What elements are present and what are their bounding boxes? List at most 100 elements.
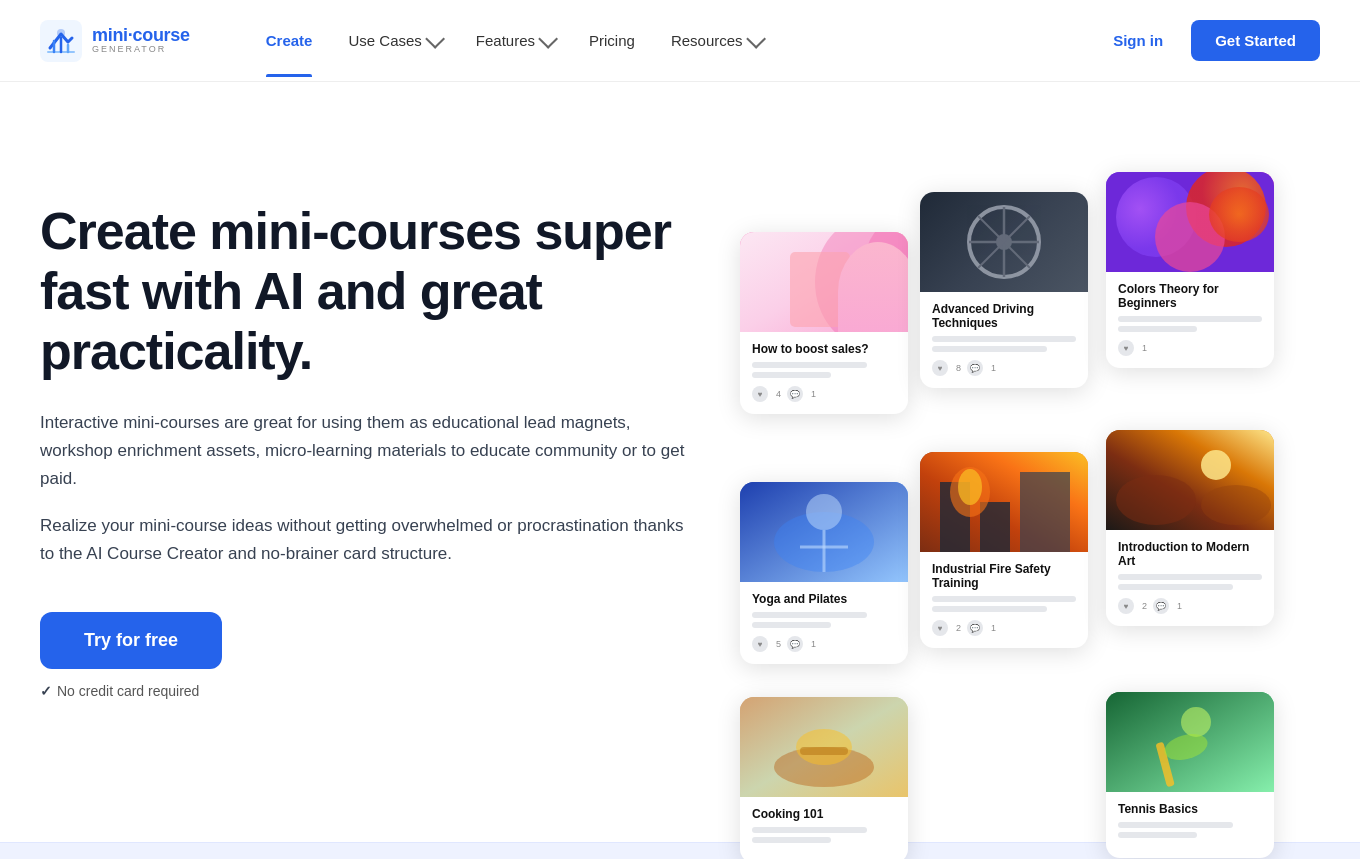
svg-point-29: [1116, 475, 1196, 525]
chevron-down-icon: [425, 28, 445, 48]
card-actions: ♥ 2 💬 1: [932, 620, 1076, 636]
logo-part2: course: [133, 25, 190, 45]
logo[interactable]: mini·course GENERATOR: [40, 20, 190, 62]
like-icon: ♥: [1118, 598, 1134, 614]
card-icon-group: ♥ 4 💬 1: [752, 386, 816, 402]
card-image-art: [1106, 430, 1274, 530]
card-lines: [1118, 822, 1262, 838]
like-count: 2: [956, 623, 961, 633]
card-line: [752, 612, 867, 618]
cooking-svg: [740, 697, 908, 797]
card-title-tennis: Tennis Basics: [1118, 802, 1262, 816]
cards-container: How to boost sales? ♥ 4 💬 1: [740, 172, 1320, 732]
card-line: [1118, 584, 1233, 590]
hero-left: Create mini-courses super fast with AI a…: [40, 162, 700, 699]
try-free-button[interactable]: Try for free: [40, 612, 222, 669]
card-title-boost-sales: How to boost sales?: [752, 342, 896, 356]
card-title-yoga: Yoga and Pilates: [752, 592, 896, 606]
card-title-art: Introduction to Modern Art: [1118, 540, 1262, 568]
svg-point-26: [958, 469, 982, 505]
tennis-svg: [1106, 692, 1274, 792]
nav-pricing[interactable]: Pricing: [573, 24, 651, 57]
course-card-boost-sales[interactable]: How to boost sales? ♥ 4 💬 1: [740, 232, 908, 414]
card-image-tennis: [1106, 692, 1274, 792]
card-line: [1118, 316, 1262, 322]
comment-icon: 💬: [787, 636, 803, 652]
wheel-svg: [964, 202, 1044, 282]
card-actions: ♥ 5 💬 1: [752, 636, 896, 652]
svg-rect-5: [790, 252, 850, 327]
card-line: [752, 827, 867, 833]
course-card-colors[interactable]: Colors Theory for Beginners ♥ 1: [1106, 172, 1274, 368]
card-line: [752, 837, 831, 843]
card-line: [1118, 832, 1197, 838]
comment-icon: 💬: [967, 360, 983, 376]
card-line: [932, 596, 1076, 602]
like-count: 2: [1142, 601, 1147, 611]
svg-point-36: [1181, 707, 1211, 737]
card-line: [752, 362, 867, 368]
nav-create[interactable]: Create: [250, 24, 329, 57]
nav-create-label: Create: [266, 32, 313, 49]
nav-resources[interactable]: Resources: [655, 24, 777, 57]
comment-count: 1: [1177, 601, 1182, 611]
logo-icon: [40, 20, 82, 62]
like-icon: ♥: [932, 360, 948, 376]
card-icon-group: ♥ 2 💬 1: [1118, 598, 1182, 614]
course-card-cooking[interactable]: Cooking 101: [740, 697, 908, 859]
svg-point-1: [57, 29, 65, 37]
course-card-tennis[interactable]: Tennis Basics: [1106, 692, 1274, 858]
navbar: mini·course GENERATOR Create Use Cases F…: [0, 0, 1360, 82]
card-body-boost-sales: How to boost sales? ♥ 4 💬 1: [740, 332, 908, 414]
svg-point-34: [796, 729, 852, 765]
card-line: [752, 372, 831, 378]
course-card-fire[interactable]: Industrial Fire Safety Training ♥ 2 💬 1: [920, 452, 1088, 648]
signin-button[interactable]: Sign in: [1097, 24, 1179, 57]
comment-count: 1: [811, 389, 816, 399]
colors-svg: [1106, 172, 1274, 272]
nav-links: Create Use Cases Features Pricing Resour…: [250, 24, 1097, 57]
card-body-colors: Colors Theory for Beginners ♥ 1: [1106, 272, 1274, 368]
like-icon: ♥: [752, 636, 768, 652]
card-lines: [752, 362, 896, 378]
get-started-button[interactable]: Get Started: [1191, 20, 1320, 61]
course-card-driving[interactable]: Advanced Driving Techniques ♥ 8 💬 1: [920, 192, 1088, 388]
card-image-fire: [920, 452, 1088, 552]
card-lines: [1118, 316, 1262, 332]
card-title-cooking: Cooking 101: [752, 807, 896, 821]
logo-part1: mini: [92, 25, 128, 45]
card-body-cooking: Cooking 101: [740, 797, 908, 859]
card-image-boost-sales: [740, 232, 908, 332]
card-lines: [932, 596, 1076, 612]
card-body-art: Introduction to Modern Art ♥ 2 💬 1: [1106, 530, 1274, 626]
card-line: [932, 346, 1047, 352]
chevron-down-icon: [538, 28, 558, 48]
card-icon-group: ♥ 2 💬 1: [932, 620, 996, 636]
checkmark-icon: ✓: [40, 683, 52, 699]
svg-point-30: [1201, 485, 1271, 525]
logo-title: mini·course: [92, 26, 190, 46]
card-line: [1118, 326, 1197, 332]
nav-features-label: Features: [476, 32, 535, 49]
hero-right: How to boost sales? ♥ 4 💬 1: [740, 172, 1320, 732]
no-cc-text: No credit card required: [57, 683, 199, 699]
card-body-yoga: Yoga and Pilates ♥ 5 💬 1: [740, 582, 908, 664]
card-icon-group: ♥ 8 💬 1: [932, 360, 996, 376]
card-body-fire: Industrial Fire Safety Training ♥ 2 💬 1: [920, 552, 1088, 648]
comment-count: 1: [991, 363, 996, 373]
card-lines: [1118, 574, 1262, 590]
no-credit-card-notice: ✓ No credit card required: [40, 683, 700, 699]
card-illustration-boost: [740, 232, 908, 332]
svg-rect-23: [980, 502, 1010, 552]
comment-count: 1: [991, 623, 996, 633]
card-line: [932, 336, 1076, 342]
card-line: [1118, 822, 1233, 828]
nav-use-cases[interactable]: Use Cases: [332, 24, 455, 57]
comment-count: 1: [811, 639, 816, 649]
nav-actions: Sign in Get Started: [1097, 20, 1320, 61]
course-card-art[interactable]: Introduction to Modern Art ♥ 2 💬 1: [1106, 430, 1274, 626]
nav-features[interactable]: Features: [460, 24, 569, 57]
card-line: [1118, 574, 1262, 580]
course-card-yoga[interactable]: Yoga and Pilates ♥ 5 💬 1: [740, 482, 908, 664]
comment-icon: 💬: [787, 386, 803, 402]
